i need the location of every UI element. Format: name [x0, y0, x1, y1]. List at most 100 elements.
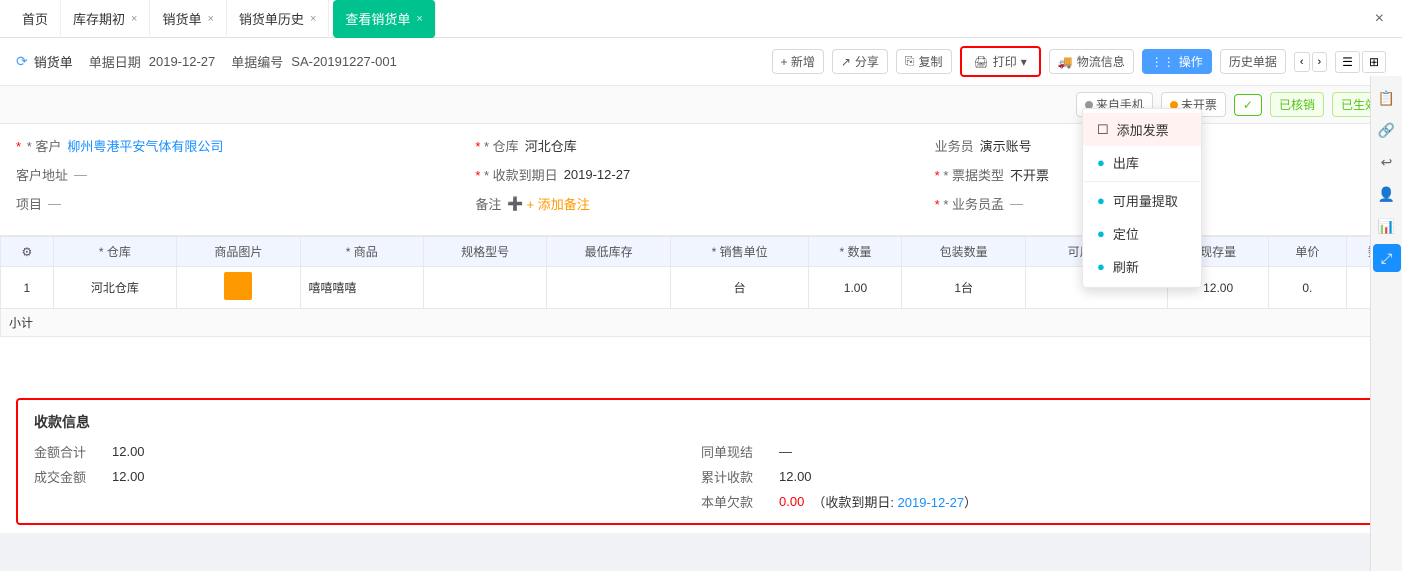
logistics-button[interactable]: 🚚 物流信息	[1049, 49, 1134, 74]
warehouse-value: 河北仓库	[525, 136, 577, 155]
staff-label: 业务员	[935, 136, 974, 155]
payment-date-field: * * 收款到期日 2019-12-27	[475, 165, 926, 184]
cell-spec	[423, 267, 546, 309]
sidebar-icon-3[interactable]: ↩	[1373, 148, 1401, 176]
same-bill-label: 同单现结	[701, 442, 771, 461]
accumulated-label: 累计收款	[701, 467, 771, 486]
document-title: ⟳ 销货单	[16, 52, 73, 71]
ticket-type-label: * * 票据类型	[935, 165, 1004, 184]
tab-sales-history-label: 销货单历史	[239, 9, 304, 28]
next-button[interactable]: ›	[1312, 52, 1328, 72]
col-pack-qty: 包装数量	[902, 237, 1025, 267]
print-button[interactable]: 🖨 打印 ▾	[966, 50, 1035, 73]
doc-number-label: 单据编号 SA-20191227-001	[231, 52, 397, 71]
locate-label: 定位	[1113, 224, 1139, 243]
right-sidebar: 📋 🔗 ↩ 👤 📊 ⤢	[1370, 76, 1402, 571]
operation-icon: ⋮⋮	[1151, 55, 1175, 69]
customer-value[interactable]: 柳州粤港平安气体有限公司	[67, 136, 223, 155]
deal-amount-row: 成交金额 12.00	[34, 467, 701, 486]
project-value: —	[48, 196, 61, 211]
subtotal-row: 小计	[1, 309, 1402, 337]
business-staff-value: —	[1010, 196, 1023, 211]
tab-sales[interactable]: 销货单 ×	[150, 0, 226, 38]
cell-image	[177, 267, 300, 309]
tab-sales-close[interactable]: ×	[207, 13, 213, 25]
tab-sales-history[interactable]: 销货单历史 ×	[227, 0, 329, 38]
tab-inventory[interactable]: 库存期初 ×	[61, 0, 150, 38]
tab-bar: 首页 库存期初 × 销货单 × 销货单历史 × 查看销货单 × ×	[0, 0, 1402, 38]
doc-date-label: 单据日期 2019-12-27	[89, 52, 216, 71]
amount-row: 金额合计 12.00	[34, 442, 701, 461]
document-actions: + 新增 ↗ 分享 ⎘ 复制 🖨 打印 ▾ 🚚 物流信息 ⋮⋮	[772, 46, 1387, 77]
cell-qty: 1.00	[809, 267, 902, 309]
refresh-icon: ●	[1097, 259, 1105, 274]
copy-button[interactable]: ⎘ 复制	[896, 49, 952, 74]
tab-inventory-close[interactable]: ×	[131, 13, 137, 25]
col-gear[interactable]: ⚙	[1, 237, 54, 267]
sidebar-icon-5[interactable]: 📊	[1373, 212, 1401, 240]
amount-label: 金额合计	[34, 442, 104, 461]
list-view-button[interactable]: ☰	[1335, 51, 1360, 73]
check-button[interactable]: ✓	[1234, 94, 1262, 116]
address-field: 客户地址 —	[16, 165, 467, 184]
warehouse-label: * * 仓库	[475, 136, 518, 155]
doc-type-label: 销货单	[34, 52, 73, 71]
locate-icon: ●	[1097, 226, 1105, 241]
operation-button[interactable]: ⋮⋮ 操作	[1142, 49, 1212, 74]
tab-view-sales[interactable]: 查看销货单 ×	[333, 0, 435, 38]
nav-arrows: ‹ ›	[1294, 52, 1327, 72]
dropdown-available-qty[interactable]: ● 可用量提取	[1083, 184, 1201, 217]
sidebar-icon-4[interactable]: 👤	[1373, 180, 1401, 208]
cancelled-badge[interactable]: 已核销	[1270, 92, 1324, 117]
tab-sales-history-close[interactable]: ×	[310, 13, 316, 25]
cell-unit-price: 0.	[1268, 267, 1346, 309]
tab-view-sales-close[interactable]: ×	[416, 13, 422, 25]
due-date-link[interactable]: 2019-12-27	[898, 495, 965, 510]
sidebar-icon-2[interactable]: 🔗	[1373, 116, 1401, 144]
cell-index: 1	[1, 267, 54, 309]
operation-dropdown: ☐ 添加发票 ● 出库 ● 可用量提取 ● 定位 ● 刷新	[1082, 108, 1202, 288]
new-button[interactable]: + 新增	[772, 49, 824, 74]
global-close-button[interactable]: ×	[1367, 10, 1392, 28]
same-bill-row: 同单现结 —	[701, 442, 1368, 461]
col-min-stock: 最低库存	[547, 237, 670, 267]
project-label: 项目	[16, 194, 42, 213]
sidebar-icon-expand[interactable]: ⤢	[1373, 244, 1401, 272]
due-note: （收款到期日: 2019-12-27）	[812, 492, 977, 511]
tab-sales-label: 销货单	[162, 9, 201, 28]
address-label: 客户地址	[16, 165, 68, 184]
print-icon: 🖨	[974, 55, 989, 69]
history-button[interactable]: 历史单据	[1220, 49, 1286, 74]
print-dropdown-arrow[interactable]: ▾	[1021, 55, 1027, 69]
payment-info-panel: 收款信息 金额合计 12.00 同单现结 — 成交金额 12.00 累计收款 1…	[16, 398, 1386, 525]
prev-button[interactable]: ‹	[1294, 52, 1310, 72]
dropdown-outbound[interactable]: ● 出库	[1083, 146, 1201, 179]
dropdown-refresh[interactable]: ● 刷新	[1083, 250, 1201, 283]
deal-amount-label: 成交金额	[34, 467, 104, 486]
main-content: ⟳ 销货单 单据日期 2019-12-27 单据编号 SA-20191227-0…	[0, 38, 1402, 533]
dropdown-add-invoice[interactable]: ☐ 添加发票	[1083, 113, 1201, 146]
customer-field: * * 客户 柳州粤港平安气体有限公司	[16, 136, 467, 155]
add-note-button[interactable]: ➕ + 添加备注	[507, 194, 589, 213]
document-meta: 单据日期 2019-12-27 单据编号 SA-20191227-001	[89, 52, 397, 71]
due-amount-label: 本单欠款	[701, 492, 771, 511]
share-icon: ↗	[841, 55, 851, 69]
share-button[interactable]: ↗ 分享	[832, 49, 888, 74]
col-warehouse: * 仓库	[53, 237, 176, 267]
due-amount-row: 本单欠款 0.00 （收款到期日: 2019-12-27）	[701, 492, 1368, 511]
business-staff-label: * * 业务员孟	[935, 194, 1004, 213]
available-qty-icon: ●	[1097, 193, 1105, 208]
print-box: 🖨 打印 ▾	[960, 46, 1041, 77]
col-qty: * 数量	[809, 237, 902, 267]
sidebar-icon-1[interactable]: 📋	[1373, 84, 1401, 112]
document-header: ⟳ 销货单 单据日期 2019-12-27 单据编号 SA-20191227-0…	[0, 38, 1402, 86]
note-field: 备注 ➕ + 添加备注	[475, 194, 926, 213]
outbound-label: 出库	[1113, 153, 1139, 172]
dropdown-locate[interactable]: ● 定位	[1083, 217, 1201, 250]
invoice-icon: ☐	[1097, 122, 1109, 138]
tab-home[interactable]: 首页	[10, 0, 61, 38]
grid-view-button[interactable]: ⊞	[1362, 51, 1386, 73]
view-toggle: ☰ ⊞	[1335, 51, 1386, 73]
project-field: 项目 —	[16, 194, 467, 213]
address-value: —	[74, 167, 87, 182]
